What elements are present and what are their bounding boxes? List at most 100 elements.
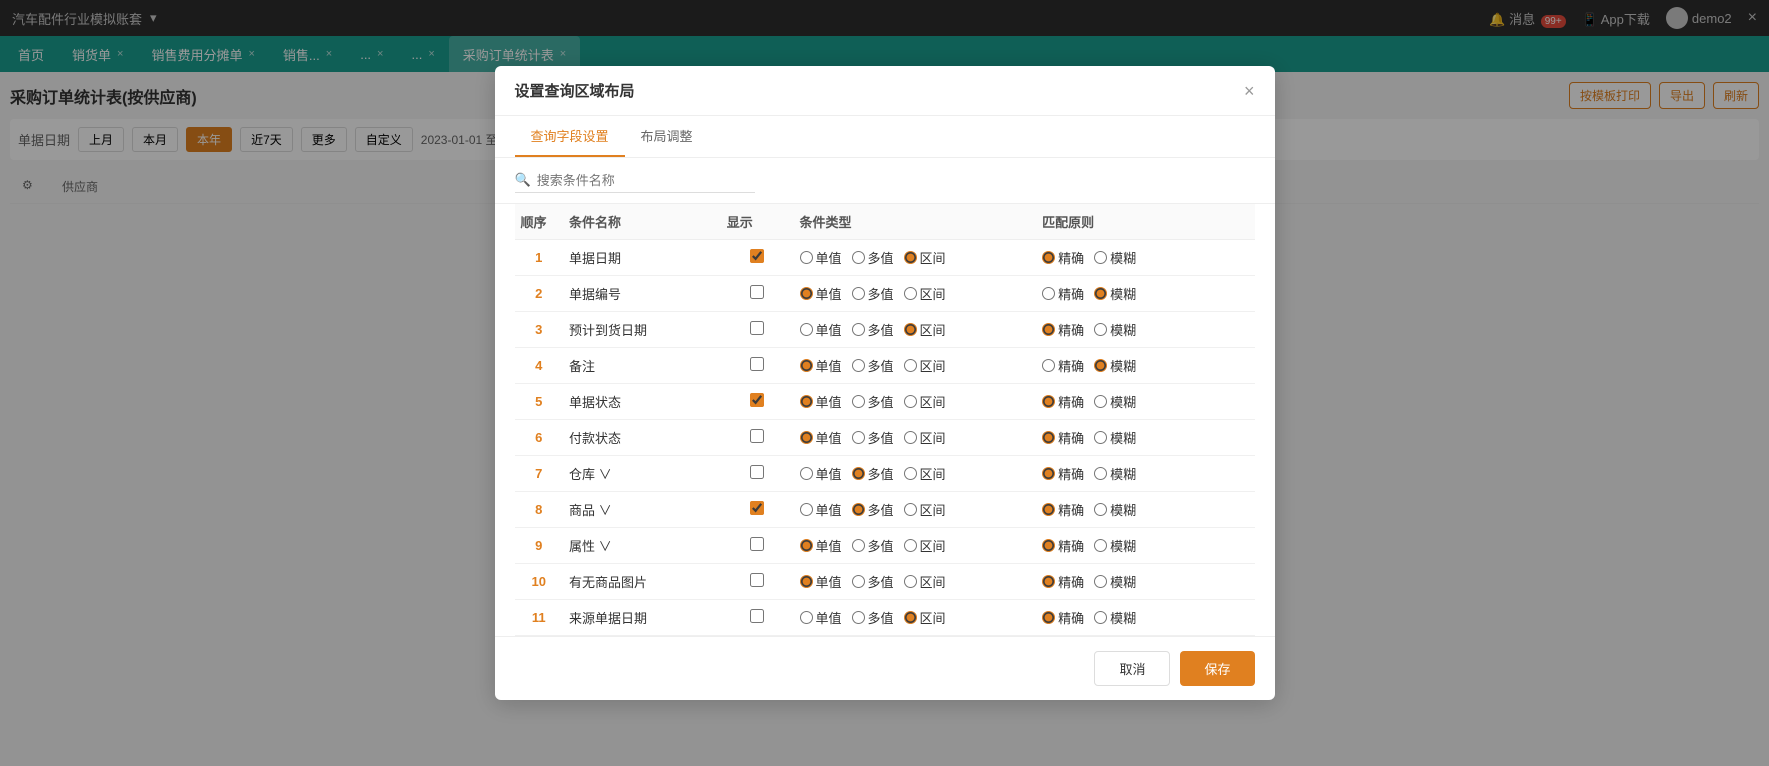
match-radio-精确-6[interactable] bbox=[1042, 467, 1055, 480]
type-option-多值-4[interactable]: 多值 bbox=[852, 392, 894, 411]
type-radio-区间-1[interactable] bbox=[904, 287, 917, 300]
type-option-单值-9[interactable]: 单值 bbox=[800, 572, 842, 591]
type-option-区间-9[interactable]: 区间 bbox=[904, 572, 946, 591]
type-option-区间-1[interactable]: 区间 bbox=[904, 284, 946, 303]
type-option-单值-6[interactable]: 单值 bbox=[800, 464, 842, 483]
match-radio-精确-1[interactable] bbox=[1042, 287, 1055, 300]
save-button[interactable]: 保存 bbox=[1180, 651, 1254, 686]
match-radio-精确-7[interactable] bbox=[1042, 503, 1055, 516]
type-radio-区间-5[interactable] bbox=[904, 431, 917, 444]
dialog-close-button[interactable]: × bbox=[1244, 82, 1255, 100]
type-radio-多值-10[interactable] bbox=[852, 611, 865, 624]
match-option-模糊-8[interactable]: 模糊 bbox=[1094, 536, 1136, 555]
match-radio-精确-0[interactable] bbox=[1042, 251, 1055, 264]
type-radio-多值-8[interactable] bbox=[852, 539, 865, 552]
show-checkbox-6[interactable] bbox=[750, 465, 764, 479]
type-radio-单值-3[interactable] bbox=[800, 359, 813, 372]
type-option-多值-9[interactable]: 多值 bbox=[852, 572, 894, 591]
type-option-区间-3[interactable]: 区间 bbox=[904, 356, 946, 375]
match-option-精确-9[interactable]: 精确 bbox=[1042, 572, 1084, 591]
match-radio-模糊-7[interactable] bbox=[1094, 503, 1107, 516]
type-option-单值-10[interactable]: 单值 bbox=[800, 608, 842, 627]
match-radio-模糊-9[interactable] bbox=[1094, 575, 1107, 588]
type-option-单值-3[interactable]: 单值 bbox=[800, 356, 842, 375]
type-option-多值-5[interactable]: 多值 bbox=[852, 428, 894, 447]
tab-layout-adjust[interactable]: 布局调整 bbox=[625, 116, 709, 157]
match-option-精确-8[interactable]: 精确 bbox=[1042, 536, 1084, 555]
match-option-模糊-4[interactable]: 模糊 bbox=[1094, 392, 1136, 411]
match-option-模糊-5[interactable]: 模糊 bbox=[1094, 428, 1136, 447]
match-option-精确-3[interactable]: 精确 bbox=[1042, 356, 1084, 375]
show-checkbox-9[interactable] bbox=[750, 573, 764, 587]
match-radio-精确-2[interactable] bbox=[1042, 323, 1055, 336]
match-option-模糊-6[interactable]: 模糊 bbox=[1094, 464, 1136, 483]
type-option-多值-10[interactable]: 多值 bbox=[852, 608, 894, 627]
show-checkbox-2[interactable] bbox=[750, 321, 764, 335]
type-option-单值-7[interactable]: 单值 bbox=[800, 500, 842, 519]
match-option-模糊-10[interactable]: 模糊 bbox=[1094, 608, 1136, 627]
type-radio-区间-10[interactable] bbox=[904, 611, 917, 624]
match-radio-模糊-2[interactable] bbox=[1094, 323, 1107, 336]
match-radio-精确-8[interactable] bbox=[1042, 539, 1055, 552]
show-checkbox-8[interactable] bbox=[750, 537, 764, 551]
show-checkbox-4[interactable] bbox=[750, 393, 764, 407]
match-radio-精确-5[interactable] bbox=[1042, 431, 1055, 444]
type-option-区间-7[interactable]: 区间 bbox=[904, 500, 946, 519]
type-radio-单值-1[interactable] bbox=[800, 287, 813, 300]
type-option-多值-3[interactable]: 多值 bbox=[852, 356, 894, 375]
type-option-区间-0[interactable]: 区间 bbox=[904, 248, 946, 267]
match-radio-精确-9[interactable] bbox=[1042, 575, 1055, 588]
match-radio-精确-4[interactable] bbox=[1042, 395, 1055, 408]
show-checkbox-3[interactable] bbox=[750, 357, 764, 371]
match-option-模糊-9[interactable]: 模糊 bbox=[1094, 572, 1136, 591]
type-radio-多值-1[interactable] bbox=[852, 287, 865, 300]
type-option-区间-2[interactable]: 区间 bbox=[904, 320, 946, 339]
match-radio-模糊-0[interactable] bbox=[1094, 251, 1107, 264]
match-option-模糊-7[interactable]: 模糊 bbox=[1094, 500, 1136, 519]
match-radio-精确-3[interactable] bbox=[1042, 359, 1055, 372]
cancel-button[interactable]: 取消 bbox=[1094, 651, 1170, 686]
match-radio-模糊-3[interactable] bbox=[1094, 359, 1107, 372]
match-option-精确-2[interactable]: 精确 bbox=[1042, 320, 1084, 339]
match-radio-模糊-10[interactable] bbox=[1094, 611, 1107, 624]
type-option-单值-4[interactable]: 单值 bbox=[800, 392, 842, 411]
type-radio-多值-2[interactable] bbox=[852, 323, 865, 336]
show-checkbox-0[interactable] bbox=[750, 249, 764, 263]
type-radio-单值-4[interactable] bbox=[800, 395, 813, 408]
match-option-模糊-1[interactable]: 模糊 bbox=[1094, 284, 1136, 303]
match-option-精确-5[interactable]: 精确 bbox=[1042, 428, 1084, 447]
type-option-区间-6[interactable]: 区间 bbox=[904, 464, 946, 483]
type-radio-多值-9[interactable] bbox=[852, 575, 865, 588]
type-option-单值-0[interactable]: 单值 bbox=[800, 248, 842, 267]
show-checkbox-1[interactable] bbox=[750, 285, 764, 299]
type-radio-单值-10[interactable] bbox=[800, 611, 813, 624]
type-radio-多值-3[interactable] bbox=[852, 359, 865, 372]
type-option-区间-8[interactable]: 区间 bbox=[904, 536, 946, 555]
show-checkbox-10[interactable] bbox=[750, 609, 764, 623]
type-radio-多值-4[interactable] bbox=[852, 395, 865, 408]
match-option-模糊-3[interactable]: 模糊 bbox=[1094, 356, 1136, 375]
match-radio-模糊-8[interactable] bbox=[1094, 539, 1107, 552]
match-option-模糊-0[interactable]: 模糊 bbox=[1094, 248, 1136, 267]
type-option-区间-5[interactable]: 区间 bbox=[904, 428, 946, 447]
match-radio-模糊-6[interactable] bbox=[1094, 467, 1107, 480]
type-radio-多值-0[interactable] bbox=[852, 251, 865, 264]
match-radio-模糊-1[interactable] bbox=[1094, 287, 1107, 300]
type-radio-单值-6[interactable] bbox=[800, 467, 813, 480]
type-radio-多值-6[interactable] bbox=[852, 467, 865, 480]
match-option-精确-4[interactable]: 精确 bbox=[1042, 392, 1084, 411]
type-radio-单值-7[interactable] bbox=[800, 503, 813, 516]
type-radio-多值-7[interactable] bbox=[852, 503, 865, 516]
type-option-多值-6[interactable]: 多值 bbox=[852, 464, 894, 483]
type-radio-单值-9[interactable] bbox=[800, 575, 813, 588]
match-option-精确-6[interactable]: 精确 bbox=[1042, 464, 1084, 483]
type-option-多值-1[interactable]: 多值 bbox=[852, 284, 894, 303]
show-checkbox-7[interactable] bbox=[750, 501, 764, 515]
type-option-单值-8[interactable]: 单值 bbox=[800, 536, 842, 555]
match-option-模糊-2[interactable]: 模糊 bbox=[1094, 320, 1136, 339]
tab-field-settings[interactable]: 查询字段设置 bbox=[515, 116, 625, 157]
type-option-多值-8[interactable]: 多值 bbox=[852, 536, 894, 555]
match-radio-模糊-4[interactable] bbox=[1094, 395, 1107, 408]
type-radio-单值-5[interactable] bbox=[800, 431, 813, 444]
show-checkbox-5[interactable] bbox=[750, 429, 764, 443]
